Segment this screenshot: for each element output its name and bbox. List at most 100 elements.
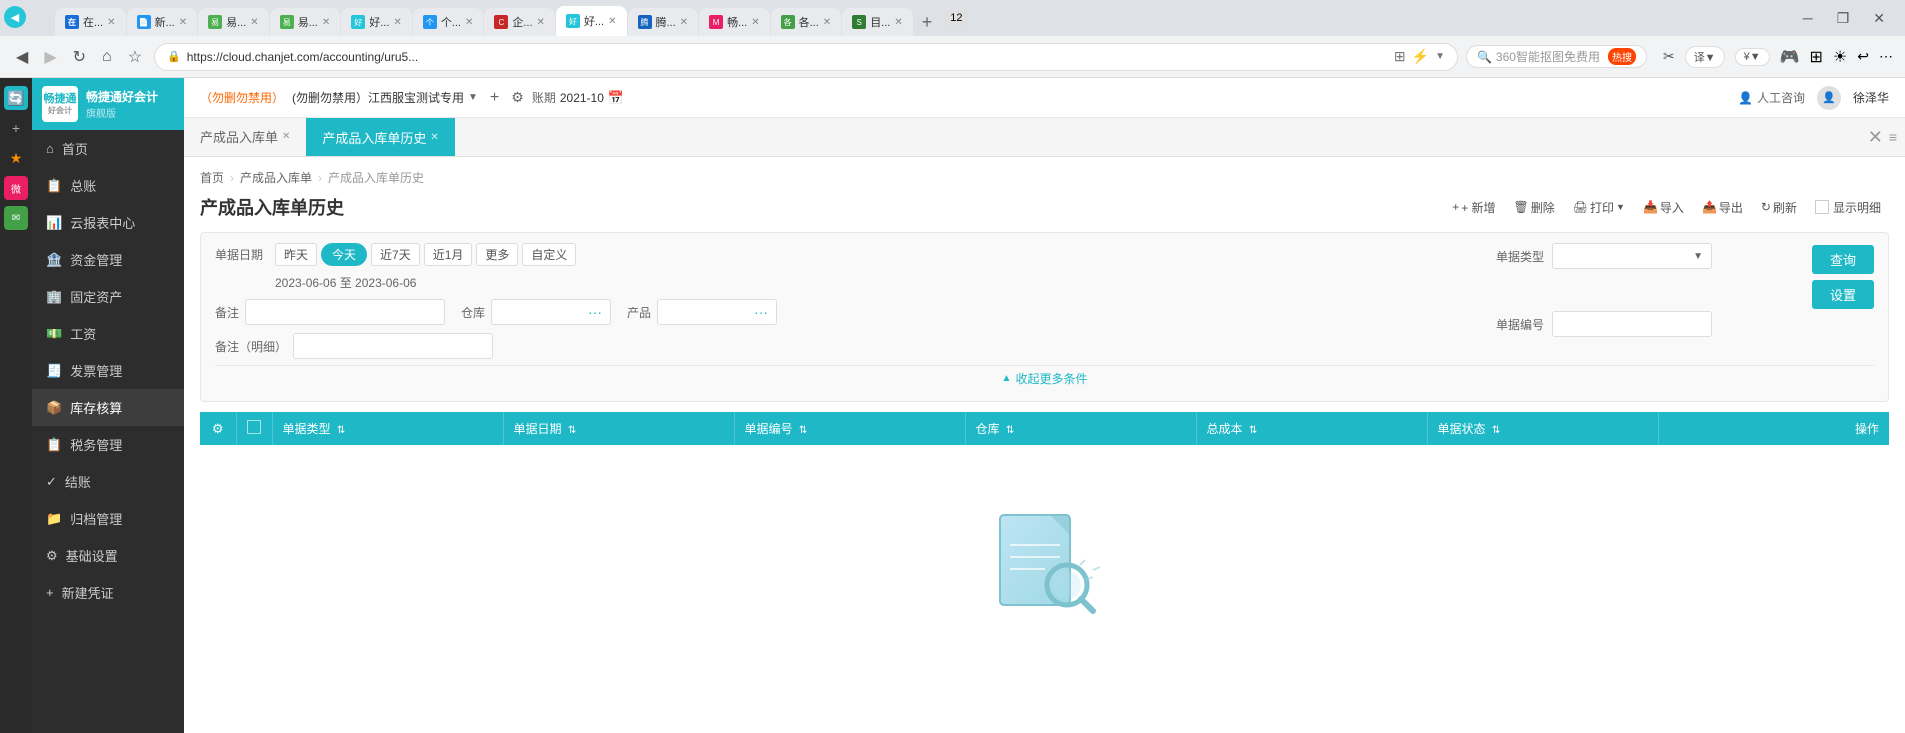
tab-close-8[interactable]: ✕ <box>608 16 616 27</box>
nav-home-btn[interactable]: ⌂ <box>98 44 116 70</box>
sort-doc-date-icon[interactable]: ⇅ <box>568 425 576 436</box>
breadcrumb-home[interactable]: 首页 <box>200 169 224 186</box>
date-btn-today[interactable]: 今天 <box>321 243 367 266</box>
icon-bar-item-4[interactable]: 微 <box>4 176 28 200</box>
translate-btn[interactable]: 译▼ <box>1685 46 1725 68</box>
search-bar[interactable]: 🔍 360智能抠图免费用 热搜 <box>1466 45 1647 68</box>
window-restore-btn[interactable]: ❐ <box>1825 6 1862 31</box>
url-bar[interactable]: 🔒 https://cloud.chanjet.com/accounting/u… <box>154 43 1458 71</box>
nav-bookmark-btn[interactable]: ☆ <box>124 43 146 71</box>
sidebar-item-checkout[interactable]: ✓ 结账 <box>32 463 184 500</box>
number-input[interactable] <box>1552 311 1712 337</box>
history-btn[interactable]: ↩ <box>1857 48 1869 65</box>
breadcrumb-list[interactable]: 产成品入库单 <box>240 169 312 186</box>
sidebar-item-home[interactable]: ⌂ 首页 <box>32 130 184 167</box>
date-btn-yesterday[interactable]: 昨天 <box>275 243 317 266</box>
nav-back-icon[interactable]: ◀ <box>4 6 26 28</box>
sidebar-item-ledger[interactable]: 📋 总账 <box>32 167 184 204</box>
icon-bar-item-1[interactable]: 🔄 <box>4 86 28 110</box>
window-minimize-btn[interactable]: ─ <box>1791 6 1825 30</box>
sidebar-item-cloud-report[interactable]: 📊 云报表中心 <box>32 204 184 241</box>
export-btn[interactable]: 📤 导出 <box>1694 195 1751 220</box>
col-gear[interactable]: ⚙ <box>200 412 236 445</box>
tab-3[interactable]: 易 易... ✕ <box>198 8 269 36</box>
date-btn-1month[interactable]: 近1月 <box>424 243 473 266</box>
nav-forward-btn[interactable]: ▶ <box>40 43 60 71</box>
print-btn[interactable]: 🖨 打印 ▼ <box>1565 195 1633 220</box>
company-select[interactable]: (勿删勿禁用）江西服宝测试专用 ▼ <box>292 89 478 106</box>
page-tab-list[interactable]: 产成品入库单 ✕ <box>184 118 306 156</box>
date-btn-7days[interactable]: 近7天 <box>371 243 420 266</box>
user-avatar[interactable]: 👤 <box>1817 86 1841 110</box>
settings-icon[interactable]: ⚙ <box>511 89 524 106</box>
nav-back-btn[interactable]: ◀ <box>12 43 32 71</box>
new-btn[interactable]: + + 新增 <box>1444 195 1503 220</box>
tab-8-active[interactable]: 好 好... ✕ <box>556 6 627 36</box>
grid-btn[interactable]: ⊞ <box>1810 47 1823 67</box>
add-company-btn[interactable]: + <box>486 89 503 107</box>
tab-2[interactable]: 📄 新... ✕ <box>127 8 198 36</box>
date-btn-custom[interactable]: 自定义 <box>522 243 576 266</box>
sidebar-item-archive[interactable]: 📁 归档管理 <box>32 500 184 537</box>
delete-btn[interactable]: 🗑 删除 <box>1506 195 1563 220</box>
display-detail-checkbox[interactable]: 显示明细 <box>1807 195 1889 220</box>
sidebar-item-inventory[interactable]: 📦 库存核算 <box>32 389 184 426</box>
tab-list-close-icon[interactable]: ✕ <box>282 131 290 142</box>
theme-btn[interactable]: ☀ <box>1833 47 1847 67</box>
scissors-btn[interactable]: ✂ <box>1663 48 1675 65</box>
select-all-checkbox[interactable] <box>247 420 261 434</box>
tab-close-1[interactable]: ✕ <box>107 17 115 28</box>
tab-close-2[interactable]: ✕ <box>179 17 187 28</box>
tab-11[interactable]: 各 各... ✕ <box>771 8 842 36</box>
tab-add-btn[interactable]: + <box>914 8 941 36</box>
setting-btn[interactable]: 设置 <box>1812 280 1874 309</box>
ai-consult-btn[interactable]: 👤 人工咨询 <box>1738 89 1805 106</box>
panel-close-btn[interactable]: ✕ <box>1868 127 1883 148</box>
tab-12[interactable]: S 目... ✕ <box>842 8 913 36</box>
sidebar-item-tax[interactable]: 📋 税务管理 <box>32 426 184 463</box>
sidebar-item-new-voucher[interactable]: + 新建凭证 <box>32 574 184 611</box>
date-btn-more[interactable]: 更多 <box>476 243 518 266</box>
refresh-btn[interactable]: ↻ 刷新 <box>1753 195 1805 220</box>
product-select[interactable]: ··· <box>657 299 777 325</box>
page-tab-history[interactable]: 产成品入库单历史 ✕ <box>306 118 454 156</box>
tab-1[interactable]: 在 在... ✕ <box>55 8 126 36</box>
sidebar-item-fund[interactable]: 🏦 资金管理 <box>32 241 184 278</box>
yuan-btn[interactable]: ¥▼ <box>1735 48 1770 66</box>
tab-7[interactable]: C 企... ✕ <box>484 8 555 36</box>
sort-doc-number-icon[interactable]: ⇅ <box>799 425 807 436</box>
tab-10[interactable]: M 畅... ✕ <box>699 8 770 36</box>
sidebar-item-basic-settings[interactable]: ⚙ 基础设置 <box>32 537 184 574</box>
col-checkbox[interactable] <box>236 412 272 445</box>
tab-close-6[interactable]: ✕ <box>465 17 473 28</box>
tab-close-7[interactable]: ✕ <box>537 17 545 28</box>
game-btn[interactable]: 🎮 <box>1780 47 1800 67</box>
query-btn[interactable]: 查询 <box>1812 245 1874 274</box>
tab-6[interactable]: 个 个... ✕ <box>413 8 484 36</box>
type-select[interactable]: ▼ <box>1552 243 1712 269</box>
tab-close-10[interactable]: ✕ <box>751 17 759 28</box>
sort-total-cost-icon[interactable]: ⇅ <box>1249 425 1257 436</box>
tab-9[interactable]: 腾 腾... ✕ <box>628 8 699 36</box>
import-btn[interactable]: 📥 导入 <box>1635 195 1692 220</box>
tab-close-3[interactable]: ✕ <box>250 17 258 28</box>
gear-icon[interactable]: ⚙ <box>212 421 224 436</box>
window-close-btn[interactable]: ✕ <box>1861 6 1897 31</box>
tab-5[interactable]: 好 好... ✕ <box>341 8 412 36</box>
tab-history-close-icon[interactable]: ✕ <box>430 132 438 143</box>
warehouse-select[interactable]: ··· <box>491 299 611 325</box>
tab-close-11[interactable]: ✕ <box>823 17 831 28</box>
sort-doc-type-icon[interactable]: ⇅ <box>337 425 345 436</box>
sidebar-item-fixed-asset[interactable]: 🏢 固定资产 <box>32 278 184 315</box>
icon-bar-item-5[interactable]: ✉ <box>4 206 28 230</box>
tab-close-5[interactable]: ✕ <box>393 17 401 28</box>
nav-refresh-btn[interactable]: ↻ <box>69 43 90 71</box>
tab-4[interactable]: 易 易... ✕ <box>270 8 341 36</box>
sidebar-item-payroll[interactable]: 💵 工资 <box>32 315 184 352</box>
calendar-icon[interactable]: 📅 <box>608 90 624 106</box>
sort-warehouse-icon[interactable]: ⇅ <box>1006 425 1014 436</box>
icon-bar-item-3[interactable]: ★ <box>4 146 28 170</box>
settings-btn[interactable]: ⋯ <box>1879 48 1893 65</box>
sort-doc-status-icon[interactable]: ⇅ <box>1492 425 1500 436</box>
detail-remarks-input[interactable] <box>293 333 493 359</box>
